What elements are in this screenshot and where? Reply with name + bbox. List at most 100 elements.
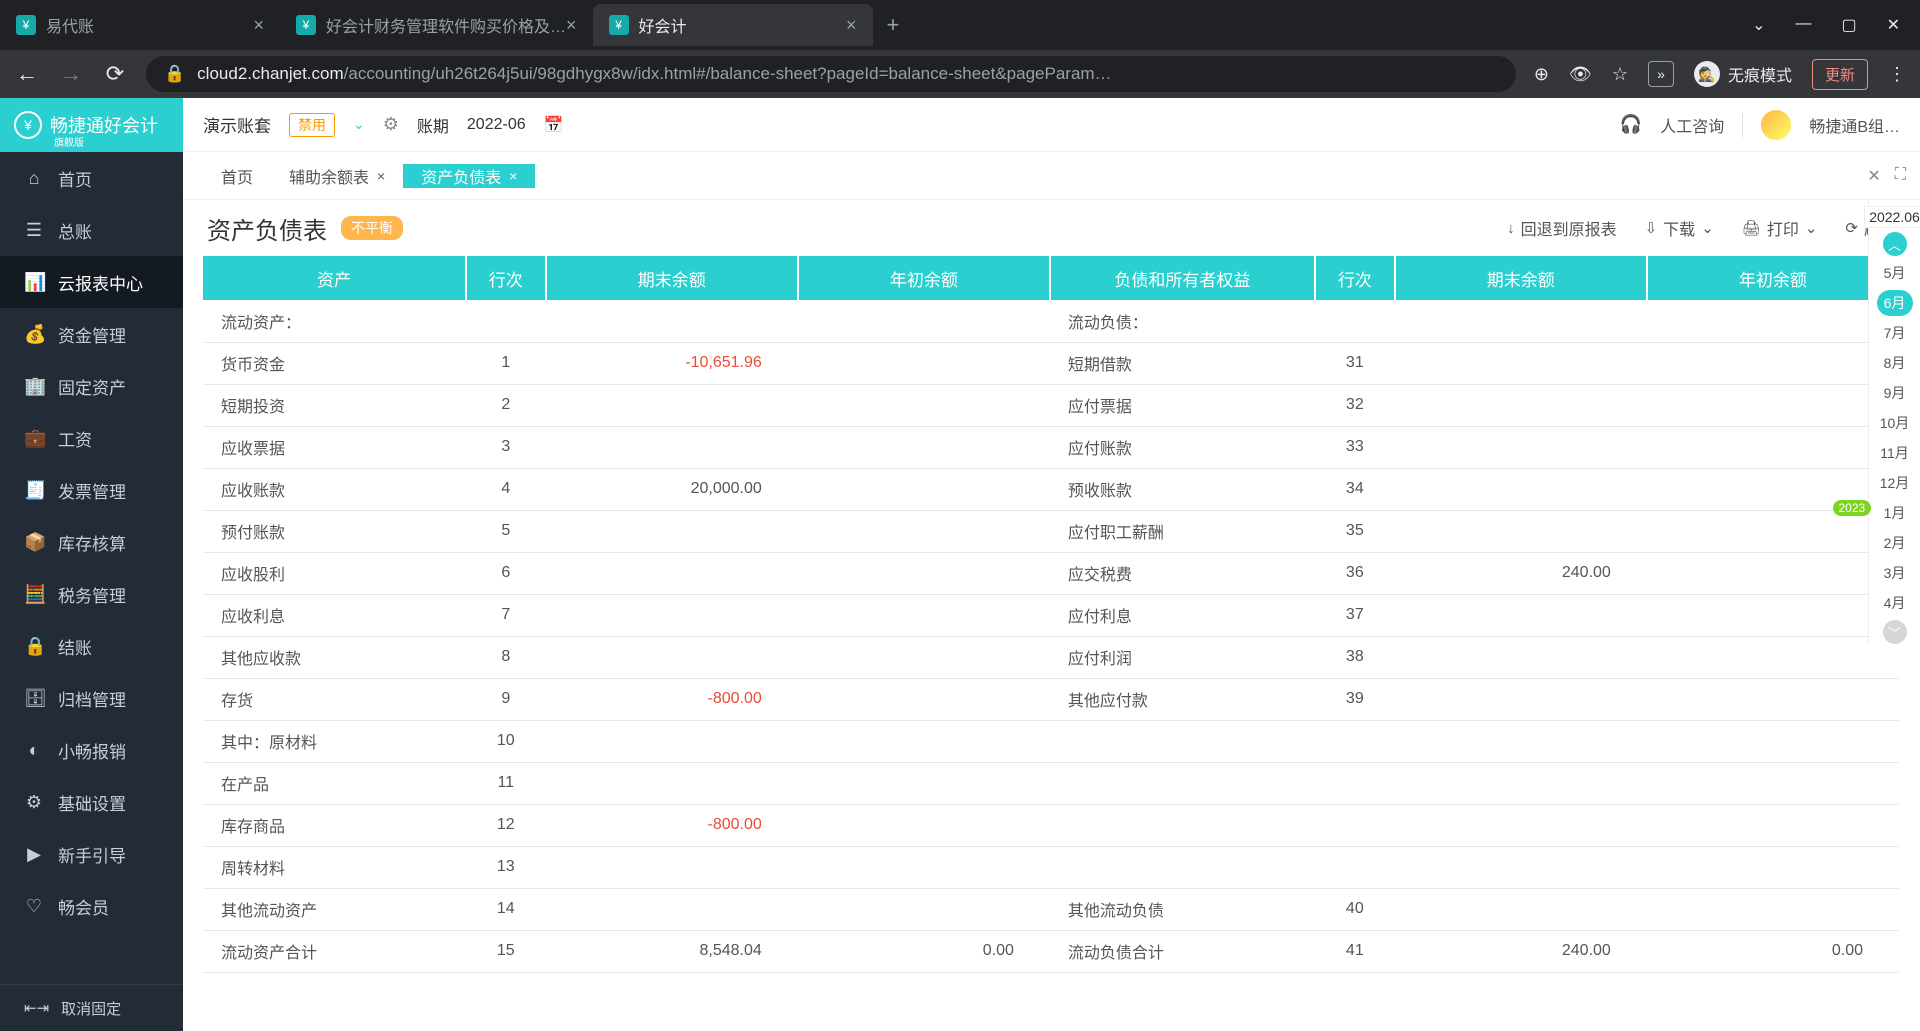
month-button[interactable]: 12月 <box>1877 470 1913 496</box>
user-name[interactable]: 畅捷通B组… <box>1809 113 1900 137</box>
new-tab-button[interactable]: + <box>873 12 914 38</box>
eye-off-icon[interactable]: 👁 <box>1569 64 1592 85</box>
avatar[interactable] <box>1761 110 1791 140</box>
page-tab[interactable]: 辅助余额表× <box>271 164 403 188</box>
print-button[interactable]: 🖨打印⌄ <box>1742 216 1818 240</box>
sidebar-item[interactable]: 💰资金管理 <box>0 308 183 360</box>
cell-liab[interactable]: 应付利润 <box>1050 636 1315 678</box>
close-window-icon[interactable]: ✕ <box>1887 15 1900 35</box>
cell-liab[interactable]: 其他应付款 <box>1050 678 1315 720</box>
sidebar-item[interactable]: 🏢固定资产 <box>0 360 183 412</box>
month-button[interactable]: 10月 <box>1877 410 1913 436</box>
cell-liab[interactable]: 应付票据 <box>1050 384 1315 426</box>
cell-asset[interactable]: 应收账款 <box>203 468 466 510</box>
year-chip[interactable]: 2022.06 <box>1864 206 1920 228</box>
sidebar-item[interactable]: ⌂首页 <box>0 152 183 204</box>
star-icon[interactable]: ☆ <box>1612 64 1628 85</box>
sidebar-item[interactable]: 🔒结账 <box>0 620 183 672</box>
cell-asset[interactable]: 其他流动资产 <box>203 888 466 930</box>
cell-asset[interactable]: 存货 <box>203 678 466 720</box>
month-button[interactable]: 11月 <box>1877 440 1913 466</box>
month-button[interactable]: 9月 <box>1877 380 1913 406</box>
cell-asset[interactable]: 应收利息 <box>203 594 466 636</box>
month-button[interactable]: 7月 <box>1877 320 1913 346</box>
sidebar-item[interactable]: 📦库存核算 <box>0 516 183 568</box>
sidebar-item[interactable]: ▶新手引导 <box>0 828 183 880</box>
sidebar-item[interactable]: ☰总账 <box>0 204 183 256</box>
cell-liab[interactable]: 应付职工薪酬 <box>1050 510 1315 552</box>
page-tab[interactable]: 首页 <box>203 164 271 188</box>
cell-liab[interactable] <box>1050 804 1315 846</box>
month-button[interactable]: 6月 <box>1877 290 1913 316</box>
close-tab-icon[interactable]: × <box>377 168 385 184</box>
back-icon[interactable]: ← <box>14 61 40 87</box>
browser-tab[interactable]: ¥易代账× <box>0 4 280 46</box>
sidebar-item[interactable]: ◐小畅报销 <box>0 724 183 776</box>
close-tab-icon[interactable]: × <box>846 15 857 36</box>
zoom-icon[interactable]: ⊕ <box>1534 64 1549 85</box>
month-button[interactable]: 4月 <box>1877 590 1913 616</box>
period-value[interactable]: 2022-06 <box>467 116 526 134</box>
chevron-down-icon[interactable]: ⌄ <box>1752 15 1765 35</box>
cell-liab[interactable]: 流动负债合计 <box>1050 930 1315 972</box>
cell-liab[interactable]: 应付账款 <box>1050 426 1315 468</box>
month-button[interactable]: 3月 <box>1877 560 1913 586</box>
sidebar-item[interactable]: 📊云报表中心 <box>0 256 183 308</box>
close-all-icon[interactable]: ✕ <box>1867 166 1880 186</box>
fullscreen-icon[interactable]: ⛶ <box>1895 166 1906 186</box>
cell-liab[interactable]: 其他流动负债 <box>1050 888 1315 930</box>
browser-tab[interactable]: ¥好会计财务管理软件购买价格及…× <box>280 4 593 46</box>
reload-icon[interactable]: ⟳ <box>102 61 128 87</box>
disable-chip[interactable]: 禁用 <box>289 113 335 137</box>
cell-asset[interactable]: 货币资金 <box>203 342 466 384</box>
cell-liab[interactable] <box>1050 720 1315 762</box>
cell-asset[interactable]: 库存商品 <box>203 804 466 846</box>
month-prev-button[interactable]: ︿ <box>1883 232 1907 256</box>
close-tab-icon[interactable]: × <box>566 15 577 36</box>
month-button[interactable]: 8月 <box>1877 350 1913 376</box>
cell-asset[interactable]: 在产品 <box>203 762 466 804</box>
sidebar-item[interactable]: 🧮税务管理 <box>0 568 183 620</box>
month-button[interactable]: 5月 <box>1877 260 1913 286</box>
cell-asset[interactable]: 应收股利 <box>203 552 466 594</box>
cell-liab[interactable]: 短期借款 <box>1050 342 1315 384</box>
cell-asset[interactable]: 流动资产合计 <box>203 930 466 972</box>
cell-liab[interactable]: 预收账款 <box>1050 468 1315 510</box>
cell-asset[interactable]: 短期投资 <box>203 384 466 426</box>
cell-asset[interactable]: 其中：原材料 <box>203 720 466 762</box>
account-name[interactable]: 演示账套 <box>203 112 271 137</box>
url-input[interactable]: 🔒 cloud2.chanjet.com /accounting/uh26t26… <box>146 56 1516 92</box>
page-tab[interactable]: 资产负债表× <box>403 164 535 188</box>
sidebar-item[interactable]: 💼工资 <box>0 412 183 464</box>
update-button[interactable]: 更新 <box>1812 59 1868 90</box>
close-tab-icon[interactable]: × <box>253 15 264 36</box>
forward-icon[interactable]: → <box>58 61 84 87</box>
close-tab-icon[interactable]: × <box>509 168 517 184</box>
maximize-icon[interactable]: ▢ <box>1841 15 1856 35</box>
gear-icon[interactable]: ⚙ <box>383 114 399 135</box>
sidebar-item[interactable]: 🗄归档管理 <box>0 672 183 724</box>
service-link[interactable]: 人工咨询 <box>1660 113 1724 137</box>
cell-asset[interactable]: 预付账款 <box>203 510 466 552</box>
download-button[interactable]: ⇩下载⌄ <box>1645 216 1714 240</box>
month-next-button[interactable]: ﹀ <box>1883 620 1907 644</box>
revert-button[interactable]: ↓回退到原报表 <box>1507 216 1617 240</box>
extensions-icon[interactable]: » <box>1648 61 1674 87</box>
cell-liab[interactable] <box>1050 846 1315 888</box>
menu-icon[interactable]: ⋮ <box>1888 64 1906 85</box>
browser-tab[interactable]: ¥好会计× <box>593 4 873 46</box>
minimize-icon[interactable]: — <box>1795 15 1811 35</box>
cell-asset[interactable]: 周转材料 <box>203 846 466 888</box>
cell-liab[interactable]: 流动负债： <box>1050 300 1315 342</box>
cell-liab[interactable] <box>1050 762 1315 804</box>
cell-asset[interactable]: 应收票据 <box>203 426 466 468</box>
cell-liab[interactable]: 应付利息 <box>1050 594 1315 636</box>
sidebar-item[interactable]: ⚙基础设置 <box>0 776 183 828</box>
chevron-down-icon[interactable]: ⌄ <box>353 116 365 133</box>
sidebar-item[interactable]: 🧾发票管理 <box>0 464 183 516</box>
cell-liab[interactable]: 应交税费 <box>1050 552 1315 594</box>
month-button[interactable]: 1月 <box>1877 500 1913 526</box>
sidebar-item[interactable]: ♡畅会员 <box>0 880 183 932</box>
unpin-button[interactable]: ⇤⇥ 取消固定 <box>0 985 183 1031</box>
calendar-icon[interactable]: 📅 <box>544 115 564 135</box>
